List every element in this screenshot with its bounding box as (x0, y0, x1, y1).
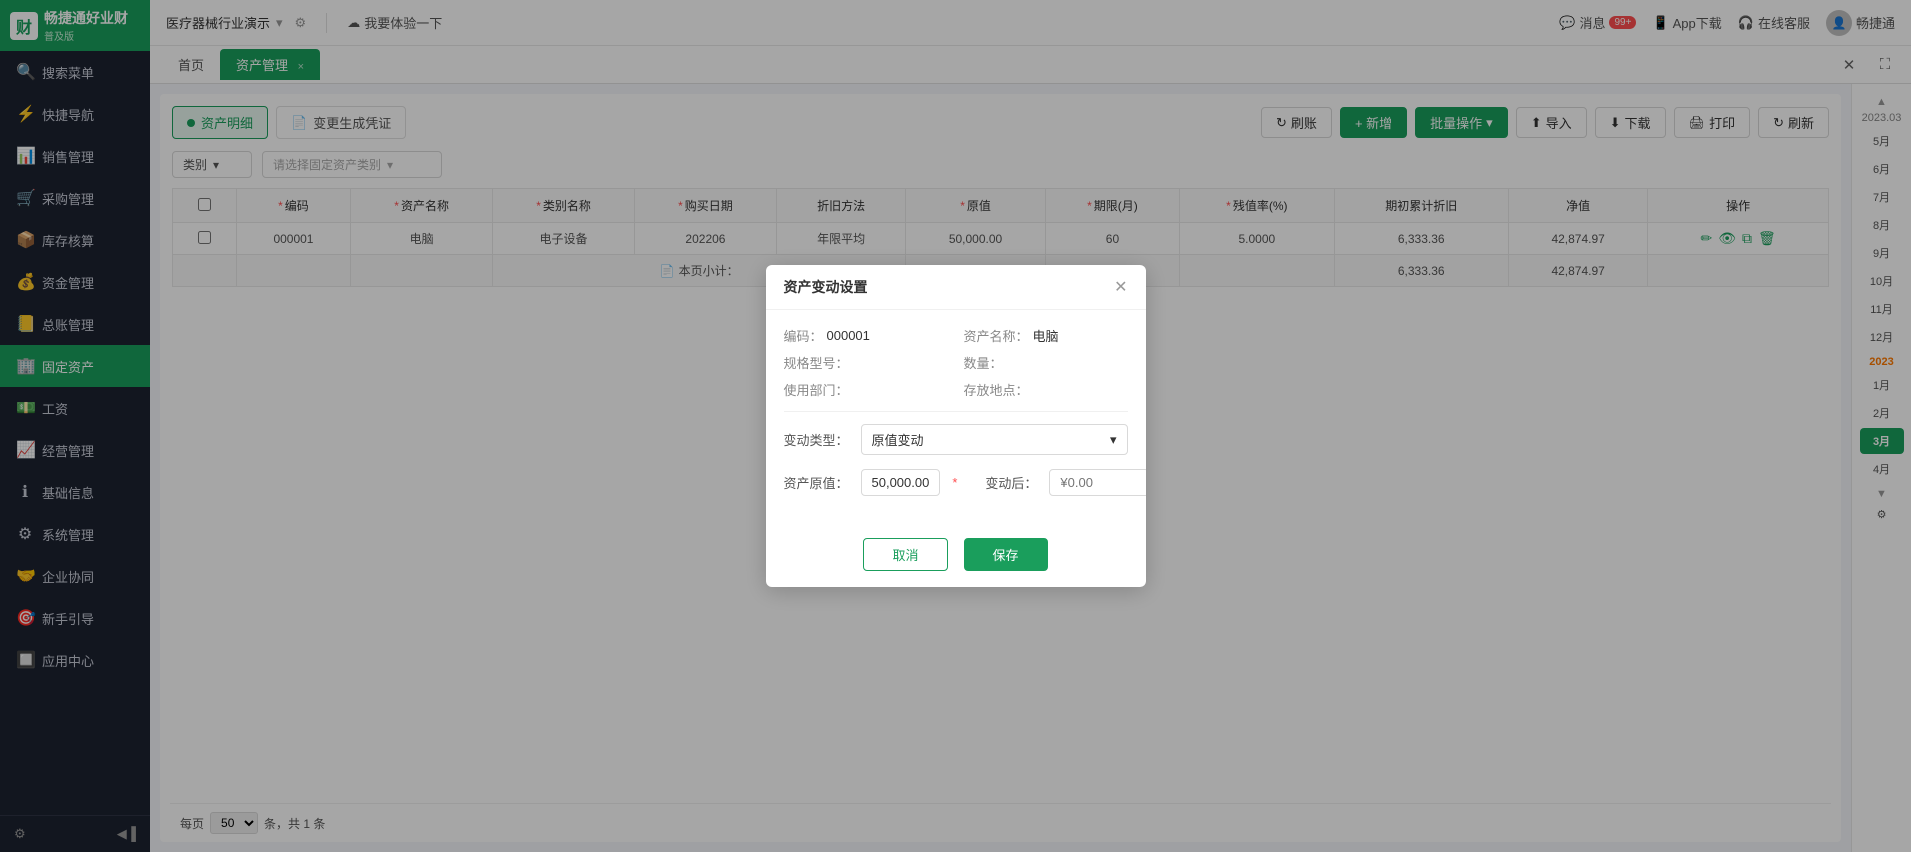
modal-spec-label: 规格型号： (784, 353, 849, 372)
modal-name-item: 资产名称： 电脑 (964, 326, 1128, 345)
modal-change-type-value: 原值变动 (872, 430, 924, 449)
modal-location-label: 存放地点： (964, 380, 1029, 399)
modal-original-value-label: 资产原值： (784, 473, 849, 492)
modal-cancel-btn[interactable]: 取消 (863, 538, 947, 571)
modal-change-type-row: 变动类型： 原值变动 ▾ (784, 424, 1128, 455)
modal-overlay: 资产变动设置 ✕ 编码： 000001 资产名称： 电脑 规格型号： 数量： (0, 0, 1911, 852)
modal-qty-item: 数量： (964, 353, 1128, 372)
modal-title: 资产变动设置 (784, 277, 868, 297)
modal-info-grid: 编码： 000001 资产名称： 电脑 规格型号： 数量： 使用部门： (784, 326, 1128, 412)
modal-required-mark: * (952, 475, 957, 490)
modal-body: 编码： 000001 资产名称： 电脑 规格型号： 数量： 使用部门： (766, 310, 1146, 526)
modal-spec-item: 规格型号： (784, 353, 948, 372)
asset-change-modal: 资产变动设置 ✕ 编码： 000001 资产名称： 电脑 规格型号： 数量： (766, 265, 1146, 587)
modal-location-item: 存放地点： (964, 380, 1128, 399)
modal-original-value: 50,000.00 (861, 469, 941, 496)
modal-code-item: 编码： 000001 (784, 326, 948, 345)
modal-qty-label: 数量： (964, 353, 1003, 372)
modal-footer: 取消 保存 (766, 526, 1146, 587)
modal-dropdown-icon: ▾ (1110, 432, 1117, 448)
modal-dept-item: 使用部门： (784, 380, 948, 399)
modal-after-change-input[interactable] (1049, 469, 1145, 496)
modal-code-value: 000001 (827, 328, 870, 343)
modal-header: 资产变动设置 ✕ (766, 265, 1146, 310)
modal-name-value: 电脑 (1033, 326, 1059, 345)
modal-change-type-label: 变动类型： (784, 430, 849, 449)
modal-close-btn[interactable]: ✕ (1114, 277, 1127, 297)
modal-save-btn[interactable]: 保存 (964, 538, 1048, 571)
modal-dept-label: 使用部门： (784, 380, 849, 399)
modal-code-label: 编码： (784, 326, 823, 345)
modal-after-label: 变动后： (972, 473, 1037, 492)
modal-name-label: 资产名称： (964, 326, 1029, 345)
modal-change-type-select[interactable]: 原值变动 ▾ (861, 424, 1128, 455)
modal-original-value-row: 资产原值： 50,000.00 * 变动后： (784, 469, 1128, 496)
